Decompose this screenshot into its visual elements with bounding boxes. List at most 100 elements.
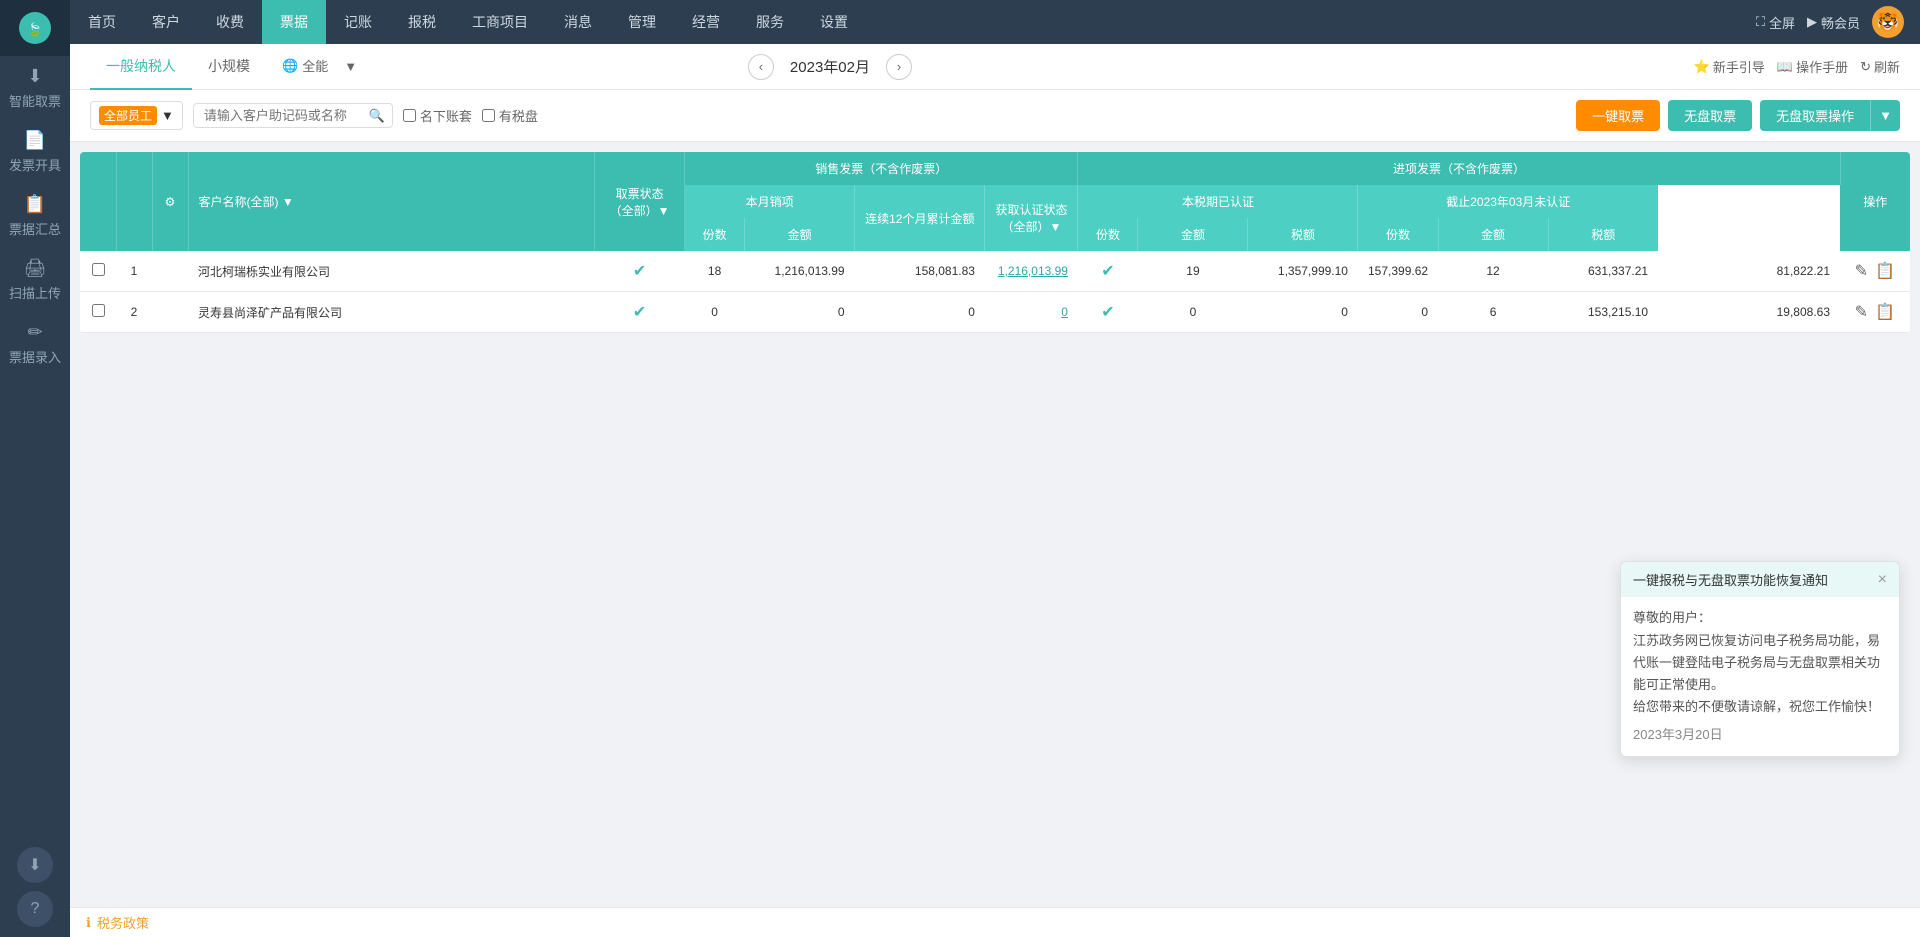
row-uncert-count: 12	[1438, 251, 1548, 292]
subtabs-right-actions: ⭐ 新手引导 📖 操作手册 ↻ 刷新	[1694, 57, 1900, 76]
row-checkbox[interactable]	[92, 304, 105, 317]
employee-select[interactable]: 全部员工 ▼	[90, 101, 183, 130]
row-uncert-count: 6	[1438, 292, 1548, 333]
th-customer-name[interactable]: 客户名称(全部) ▼	[188, 152, 595, 251]
search-wrap: 🔍	[193, 103, 393, 128]
row-fetch-status: ✔	[595, 251, 685, 292]
taxdisk-checkbox-label[interactable]: 有税盘	[482, 106, 538, 125]
one-key-fetch-btn[interactable]: 一键取票	[1576, 100, 1660, 131]
topnav-item-home[interactable]: 首页	[70, 0, 134, 44]
row-cert-tax: 157,399.62	[1358, 251, 1438, 292]
sidebar-item-scan-upload[interactable]: 🖨 扫描上传	[0, 248, 70, 312]
refresh-btn[interactable]: ↻ 刷新	[1860, 57, 1900, 76]
topnav-item-operation[interactable]: 经营	[674, 0, 738, 44]
topnav-item-tax[interactable]: 报税	[390, 0, 454, 44]
th-purchase-uncert: 截止2023年03月未认证	[1358, 185, 1658, 218]
row-sales-tax: 0	[855, 292, 985, 333]
row-uncert-amount: 631,337.21	[1548, 251, 1658, 292]
topnav-item-billing[interactable]: 收费	[198, 0, 262, 44]
topnav-item-message[interactable]: 消息	[546, 0, 610, 44]
th-purchase-cert-period: 本税期已认证	[1078, 185, 1358, 218]
topnav-item-manage[interactable]: 管理	[610, 0, 674, 44]
row-detail-btn[interactable]: 📋	[1873, 300, 1897, 324]
topnav-items: 首页 客户 收费 票据 记账 报税 工商项目 消息 管理 经营 服务 设置	[70, 0, 866, 44]
main-content: 一般纳税人 小规模 🌐 全能 ▼ ‹ 2023年02月 › ⭐ 新手引导 📖 操…	[70, 44, 1920, 937]
sidebar-item-smart-fetch[interactable]: ⬇ 智能取票	[0, 56, 70, 120]
subtab-small[interactable]: 小规模	[192, 44, 266, 90]
no-disk-fetch-btn[interactable]: 无盘取票	[1668, 100, 1752, 131]
th-sales-month: 本月销项	[685, 185, 855, 218]
topnav-item-service[interactable]: 服务	[738, 0, 802, 44]
status-info-icon: ℹ	[86, 915, 91, 931]
row-customer-name: 灵寿县尚泽矿产品有限公司	[188, 292, 595, 333]
row-cert-status: ✔	[1078, 251, 1138, 292]
book-icon: 📖	[1777, 59, 1793, 75]
no-disk-ops-dropdown-btn[interactable]: ▼	[1870, 100, 1900, 131]
sidebar-item-invoice-summary[interactable]: 📋 票据汇总	[0, 184, 70, 248]
row-checkbox[interactable]	[92, 263, 105, 276]
th-purchase-cert-status[interactable]: 获取认证状态（全部）▼	[985, 185, 1078, 251]
toolbar-right: 一键取票 无盘取票 无盘取票操作 ▼	[1576, 100, 1900, 131]
row-gear	[152, 251, 188, 292]
member-btn[interactable]: ▶ 畅会员	[1807, 13, 1860, 32]
topnav-item-settings[interactable]: 设置	[802, 0, 866, 44]
row-actions: ✎ 📋	[1840, 251, 1910, 292]
sidebar-item-invoice-entry[interactable]: ✏ 票据录入	[0, 312, 70, 376]
new-guide-btn[interactable]: ⭐ 新手引导	[1694, 57, 1765, 76]
fullscreen-icon: ⛶	[1756, 14, 1765, 30]
period-prev-btn[interactable]: ‹	[748, 54, 774, 80]
invoice-table-wrap: ⚙ 客户名称(全部) ▼ 取票状态（全部）▼ 销售发票（不含作废票） 进项发票（…	[80, 152, 1910, 333]
sidebar-item-invoice-open[interactable]: 📄 发票开具	[0, 120, 70, 184]
notification-body: 尊敬的用户：江苏政务网已恢复访问电子税务局功能，易代账一键登陆电子税务局与无盘取…	[1621, 597, 1899, 756]
notification-close-btn[interactable]: ×	[1878, 571, 1887, 589]
row-cert-amount: 0	[1248, 292, 1358, 333]
subaccount-checkbox[interactable]	[403, 109, 416, 122]
subtab-general[interactable]: 一般纳税人	[90, 44, 192, 90]
period-next-btn[interactable]: ›	[886, 54, 912, 80]
subaccount-checkbox-label[interactable]: 名下账套	[403, 106, 472, 125]
topnav-item-customer[interactable]: 客户	[134, 0, 198, 44]
svg-text:🍃: 🍃	[27, 21, 43, 37]
topnav-item-invoice[interactable]: 票据	[262, 0, 326, 44]
invoice-table: ⚙ 客户名称(全部) ▼ 取票状态（全部）▼ 销售发票（不含作废票） 进项发票（…	[80, 152, 1910, 333]
app-logo[interactable]: 🍃	[0, 0, 70, 56]
user-avatar[interactable]: 🐯	[1872, 6, 1904, 38]
sidebar-download-btn[interactable]: ⬇	[17, 847, 53, 883]
row-cert-status: ✔	[1078, 292, 1138, 333]
row-actions: ✎ 📋	[1840, 292, 1910, 333]
period-nav: ‹ 2023年02月 ›	[748, 54, 912, 80]
th-fetch-status[interactable]: 取票状态（全部）▼	[595, 152, 685, 251]
row-checkbox-cell	[80, 251, 116, 292]
notification-header: 一键报税与无盘取票功能恢复通知 ×	[1621, 562, 1899, 597]
status-text[interactable]: 税务政策	[97, 913, 149, 932]
scan-icon: 🖨	[24, 258, 47, 279]
manual-btn[interactable]: 📖 操作手册	[1777, 57, 1848, 76]
fullscreen-btn[interactable]: ⛶ 全屏	[1756, 13, 1795, 32]
taxdisk-checkbox[interactable]	[482, 109, 495, 122]
row-customer-name: 河北柯瑞栎实业有限公司	[188, 251, 595, 292]
row-sales-amount: 0	[745, 292, 855, 333]
topnav-item-business[interactable]: 工商项目	[454, 0, 546, 44]
invoice-summary-icon: 📋	[24, 194, 46, 215]
search-icon[interactable]: 🔍	[369, 108, 385, 124]
row-no: 2	[116, 292, 152, 333]
row-edit-btn[interactable]: ✎	[1853, 259, 1870, 283]
row-sales-count: 0	[685, 292, 745, 333]
sidebar-help-btn[interactable]: ?	[17, 891, 53, 927]
customer-search-input[interactable]	[193, 103, 393, 128]
sidebar-bottom: ⬇ ?	[17, 847, 53, 927]
no-disk-ops-btn[interactable]: 无盘取票操作	[1760, 100, 1870, 131]
row-sales-12m[interactable]: 1,216,013.99	[985, 251, 1078, 292]
th-checkbox	[80, 152, 116, 251]
subtab-all[interactable]: 🌐 全能	[266, 44, 344, 90]
notification-title: 一键报税与无盘取票功能恢复通知	[1633, 570, 1828, 589]
th-sales-group: 销售发票（不含作废票）	[685, 152, 1078, 185]
row-cert-count: 0	[1138, 292, 1248, 333]
row-sales-12m[interactable]: 0	[985, 292, 1078, 333]
row-uncert-amount: 153,215.10	[1548, 292, 1658, 333]
subtab-expand-btn[interactable]: ▼	[344, 59, 357, 74]
row-edit-btn[interactable]: ✎	[1853, 300, 1870, 324]
topnav-item-bookkeeping[interactable]: 记账	[326, 0, 390, 44]
notification-date: 2023年3月20日	[1633, 724, 1887, 746]
row-detail-btn[interactable]: 📋	[1873, 259, 1897, 283]
